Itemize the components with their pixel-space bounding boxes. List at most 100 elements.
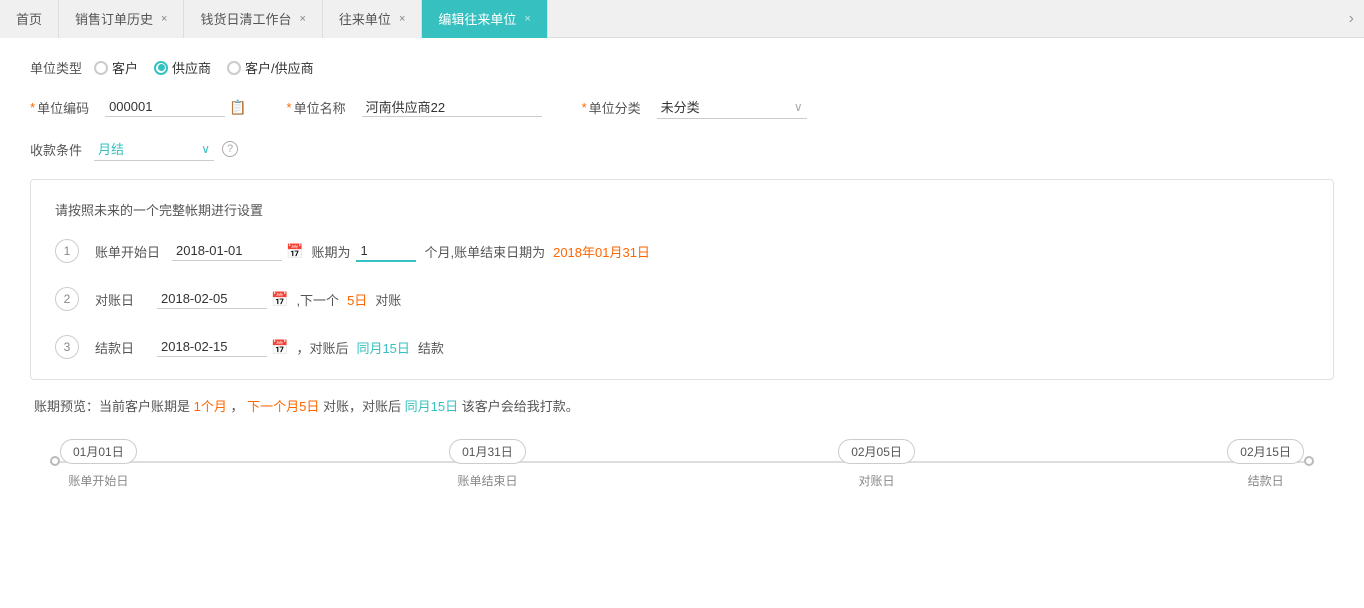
unit-name-label: 单位名称 [294,98,346,117]
payment-terms-value: 月结 [98,139,197,158]
setting-label-2: 对账日 [95,290,145,309]
settings-title: 请按照未来的一个完整帐期进行设置 [55,200,1309,219]
payment-terms-row: 收款条件 月结 ∨ ? [30,137,1334,161]
radio-customer[interactable]: 客户 [94,58,138,77]
tab-partner-units-label: 往来单位 [339,9,391,28]
unit-category-required: * [582,100,587,115]
timeline-label-2: 账单结束日 [457,472,517,489]
preview-section: 账期预览：当前客户账期是 1个月 ， 下一个月5日 对账，对账后 同月15日 该… [30,396,1334,415]
period-suffix: 个月,账单结束日期为 [424,242,545,261]
preview-label: 账期预览：当前客户账期是 [34,399,190,414]
unit-code-input[interactable] [105,97,225,117]
payment-terms-arrow: ∨ [201,142,210,156]
reconcile-date-input[interactable] [157,289,267,309]
unit-code-required: * [30,100,35,115]
unit-category-dropdown[interactable]: 未分类 ∨ [657,95,807,119]
setting-row-3: 3 结款日 📅 ，对账后 同月15日 结款 [55,335,1309,359]
tab-sales-history[interactable]: 销售订单历史 × [59,0,184,38]
preview-part4: 同月15日 [405,399,458,414]
radio-supplier-label: 供应商 [172,58,211,77]
timeline-point-2: 01月31日 账单结束日 [449,439,526,489]
reconcile-date-calendar-icon[interactable]: 📅 [271,291,288,308]
tab-sales-history-close[interactable]: × [161,13,167,25]
radio-both[interactable]: 客户/供应商 [227,58,314,77]
timeline-point-4: 02月15日 结款日 [1227,439,1304,489]
timeline-badge-4: 02月15日 [1227,439,1304,464]
payment-terms-dropdown[interactable]: 月结 ∨ [94,137,214,161]
reconcile-day-highlight: 5日 [347,290,367,309]
unit-type-radio-group: 客户 供应商 客户/供应商 [94,58,314,77]
payment-terms-label: 收款条件 [30,140,82,159]
setting-label-3: 结款日 [95,338,145,357]
timeline-label-3: 对账日 [859,472,895,489]
radio-both-label: 客户/供应商 [245,58,314,77]
tab-cash-workbench-label: 钱货日清工作台 [200,9,291,28]
unit-type-label: 单位类型 [30,58,82,77]
timeline-label-1: 账单开始日 [68,472,128,489]
reconcile-suffix: 对账 [375,290,401,309]
tab-bar: 首页 销售订单历史 × 钱货日清工作台 × 往来单位 × 编辑往来单位 × › [0,0,1364,38]
setting-row-1: 1 账单开始日 📅 账期为 个月,账单结束日期为 2018年01月31日 [55,239,1309,263]
setting-row-2: 2 对账日 📅 ,下一个 5日 对账 [55,287,1309,311]
unit-info-row: * 单位编码 📋 * 单位名称 * 单位分类 未分类 ∨ [30,95,1334,119]
payment-suffix: 结款 [418,338,444,357]
tab-more-button[interactable]: › [1339,10,1364,28]
setting-label-1: 账单开始日 [95,242,160,261]
tab-cash-workbench[interactable]: 钱货日清工作台 × [184,0,322,38]
preview-part3: 对账，对账后 [323,399,401,414]
unit-name-item: * 单位名称 [287,97,542,117]
timeline-point-3: 02月05日 对账日 [838,439,915,489]
preview-part2: 下一个月5日 [247,399,319,414]
timeline-badge-1: 01月01日 [60,439,137,464]
radio-customer-label: 客户 [112,58,138,77]
main-content: 单位类型 客户 供应商 客户/供应商 * 单位编码 📋 * 单位名称 [0,38,1364,608]
timeline-date-1: 01月01日 [73,445,124,459]
payment-day-highlight: 同月15日 [356,338,409,357]
unit-code-label: 单位编码 [37,98,89,117]
payment-date-input[interactable] [157,337,267,357]
radio-customer-circle [94,61,108,75]
tab-sales-history-label: 销售订单历史 [75,9,153,28]
tab-cash-workbench-close[interactable]: × [299,13,305,25]
timeline-date-4: 02月15日 [1240,445,1291,459]
setting-num-2: 2 [55,287,79,311]
setting-num-3: 3 [55,335,79,359]
setting-num-1: 1 [55,239,79,263]
tab-edit-partner-close[interactable]: × [524,13,530,25]
timeline-point-1: 01月01日 账单开始日 [60,439,137,489]
tab-home[interactable]: 首页 [0,0,59,38]
preview-part1: 1个月 [194,399,227,414]
timeline-wrapper: 01月01日 账单开始日 01月31日 账单结束日 02月05日 对账日 [30,439,1334,489]
unit-code-calendar-icon[interactable]: 📋 [229,99,246,116]
timeline-badge-3: 02月05日 [838,439,915,464]
timeline-badge-2: 01月31日 [449,439,526,464]
radio-both-circle [227,61,241,75]
tab-edit-partner-label: 编辑往来单位 [438,9,516,28]
unit-code-item: * 单位编码 📋 [30,97,247,117]
unit-category-item: * 单位分类 未分类 ∨ [582,95,807,119]
payment-date-calendar-icon[interactable]: 📅 [271,339,288,356]
unit-name-input[interactable] [362,97,542,117]
timeline-label-4: 结款日 [1248,472,1284,489]
period-input[interactable] [356,241,416,262]
tab-home-label: 首页 [16,9,42,28]
unit-category-value: 未分类 [661,97,794,116]
billing-end-date: 2018年01月31日 [553,242,650,261]
settings-box: 请按照未来的一个完整帐期进行设置 1 账单开始日 📅 账期为 个月,账单结束日期… [30,179,1334,380]
radio-supplier-circle [154,61,168,75]
radio-supplier[interactable]: 供应商 [154,58,211,77]
tab-edit-partner[interactable]: 编辑往来单位 × [422,0,547,38]
start-date-input[interactable] [172,241,282,261]
tab-partner-units-close[interactable]: × [399,13,405,25]
unit-category-arrow: ∨ [794,100,803,114]
reconcile-prefix: ,下一个 [296,290,339,309]
start-date-calendar-icon[interactable]: 📅 [286,243,303,260]
unit-type-row: 单位类型 客户 供应商 客户/供应商 [30,58,1334,77]
tab-partner-units[interactable]: 往来单位 × [323,0,422,38]
timeline-date-3: 02月05日 [851,445,902,459]
unit-category-label: 单位分类 [589,98,641,117]
payment-prefix: ，对账后 [296,338,348,357]
preview-comma1: ， [231,399,244,414]
preview-part5: 该客户会给我打款。 [462,399,579,414]
payment-terms-help-icon[interactable]: ? [222,141,238,157]
